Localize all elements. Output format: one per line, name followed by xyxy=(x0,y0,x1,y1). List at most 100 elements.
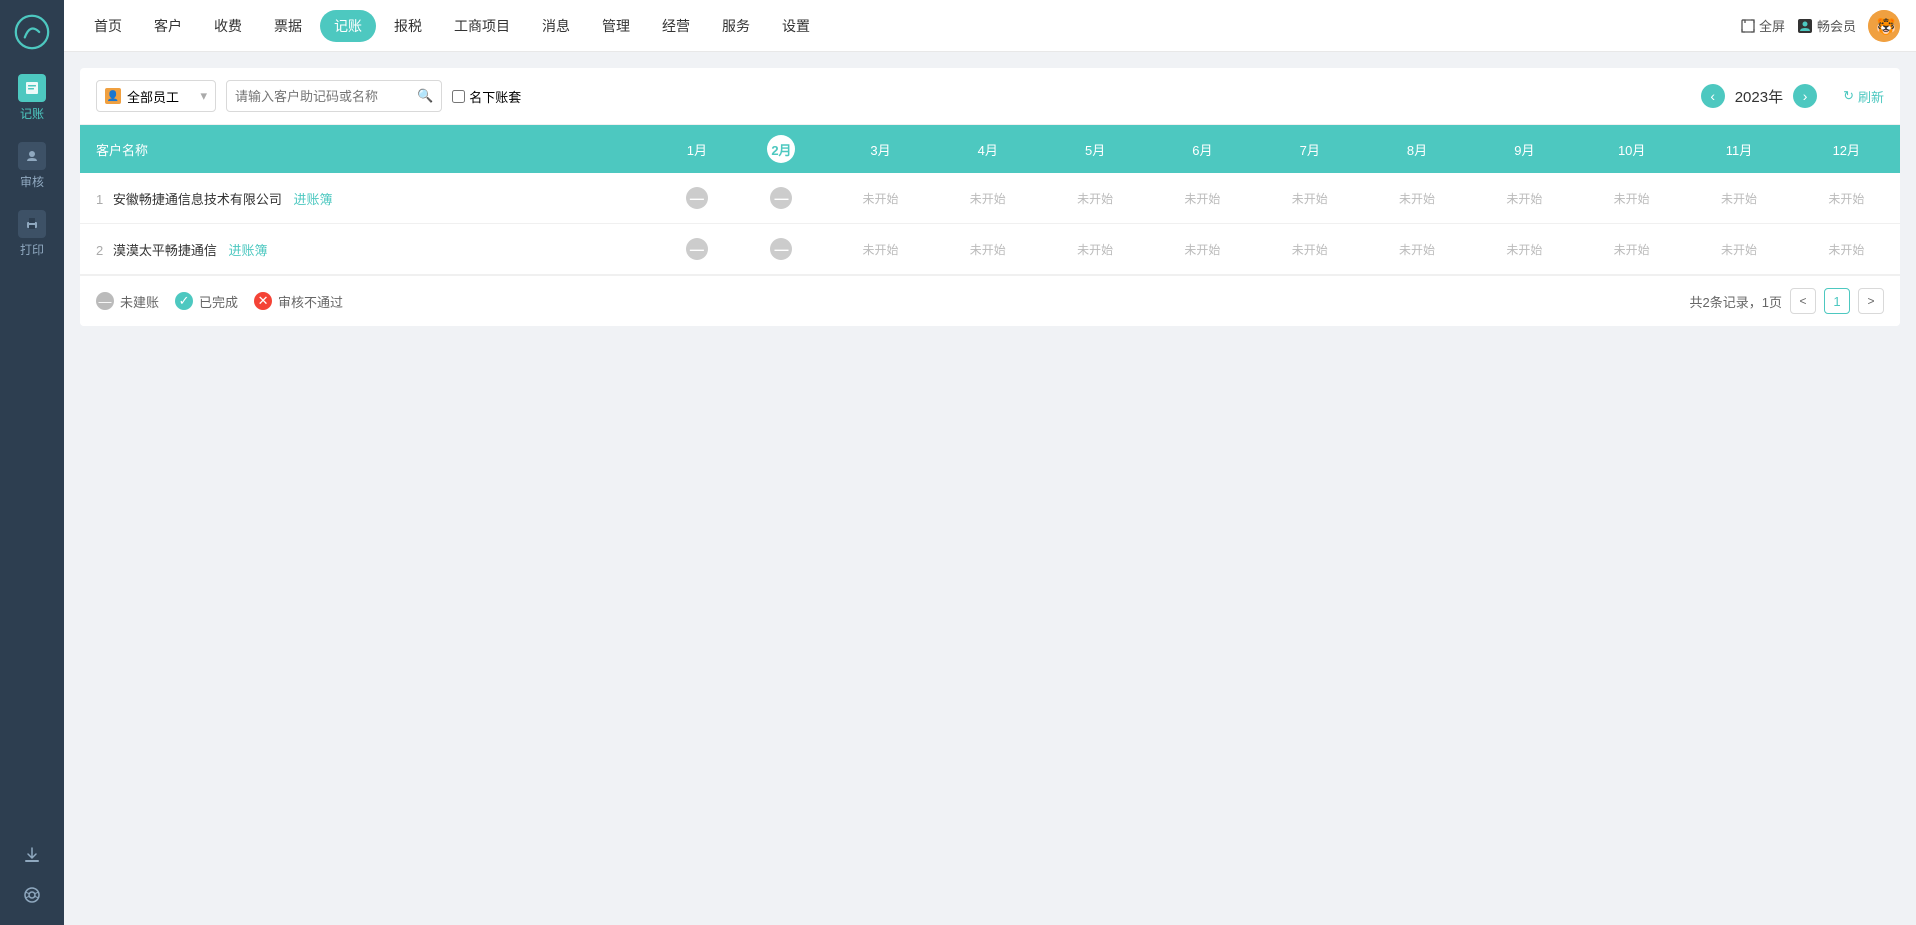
subordinate-accounts-checkbox[interactable]: 名下账套 xyxy=(452,87,521,106)
prev-page-button[interactable]: < xyxy=(1790,288,1816,314)
col-mar: 3月 xyxy=(827,125,934,173)
nav-management[interactable]: 管理 xyxy=(588,10,644,42)
col-oct: 10月 xyxy=(1578,125,1685,173)
table-footer: — 未建账 ✓ 已完成 ✕ 审核不通过 共2条记录，1页 < 1 > xyxy=(80,275,1900,326)
subordinate-checkbox-input[interactable] xyxy=(452,90,465,103)
row1-oct-status: 未开始 xyxy=(1614,192,1650,206)
nav-home[interactable]: 首页 xyxy=(80,10,136,42)
sidebar-item-print-label: 打印 xyxy=(20,241,44,258)
row1-sep: 未开始 xyxy=(1471,173,1578,224)
col-feb: 2月 xyxy=(736,125,827,173)
prev-year-button[interactable]: ‹ xyxy=(1701,84,1725,108)
row2-feb: — xyxy=(736,224,827,275)
row1-jan-status: — xyxy=(686,187,708,209)
nav-settings[interactable]: 设置 xyxy=(768,10,824,42)
refresh-icon: ↻ xyxy=(1843,88,1854,104)
svg-text:🐯: 🐯 xyxy=(1876,17,1896,36)
nav-business[interactable]: 工商项目 xyxy=(440,10,524,42)
member-label: 畅会员 xyxy=(1817,16,1856,35)
user-avatar[interactable]: 🐯 xyxy=(1868,10,1900,42)
sidebar-item-audit[interactable]: 审核 xyxy=(0,132,64,200)
member-button[interactable]: 畅会员 xyxy=(1797,16,1856,35)
legend-dot-rejected: ✕ xyxy=(254,292,272,310)
employee-select[interactable]: 👤 全部员工 ▾ xyxy=(96,80,216,112)
nav-customer[interactable]: 客户 xyxy=(140,10,196,42)
next-year-button[interactable]: › xyxy=(1793,84,1817,108)
search-input[interactable] xyxy=(235,89,411,104)
row1-oct: 未开始 xyxy=(1578,173,1685,224)
row2-name: 漠漠太平畅捷通信 xyxy=(113,243,217,258)
row2-jan-status: — xyxy=(686,238,708,260)
row2-mar-status: 未开始 xyxy=(862,243,898,257)
nav-tax[interactable]: 报税 xyxy=(380,10,436,42)
col-customer-name: 客户名称 xyxy=(80,125,658,173)
row2-jan: — xyxy=(658,224,736,275)
legend-dot-completed: ✓ xyxy=(175,292,193,310)
col-apr: 4月 xyxy=(934,125,1041,173)
row1-sep-status: 未开始 xyxy=(1506,192,1542,206)
accounts-table: 客户名称 1月 2月 3月 4月 xyxy=(80,125,1900,275)
fullscreen-label: 全屏 xyxy=(1759,16,1785,35)
nav-operation[interactable]: 经营 xyxy=(648,10,704,42)
next-page-button[interactable]: > xyxy=(1858,288,1884,314)
row1-apr-status: 未开始 xyxy=(970,192,1006,206)
refresh-button[interactable]: ↻ 刷新 xyxy=(1843,87,1884,106)
nav-invoice[interactable]: 票据 xyxy=(260,10,316,42)
sidebar-item-bookkeeping[interactable]: 记账 xyxy=(0,64,64,132)
legend-not-started: — 未建账 xyxy=(96,292,159,311)
col-jul: 7月 xyxy=(1256,125,1363,173)
row2-may-status: 未开始 xyxy=(1077,243,1113,257)
main-area: 首页 客户 收费 票据 记账 报税 工商项目 消息 管理 经营 服务 设置 全屏 xyxy=(64,0,1916,925)
row1-jun-status: 未开始 xyxy=(1184,192,1220,206)
search-wrap[interactable]: 🔍 xyxy=(226,80,442,112)
row1-nov-status: 未开始 xyxy=(1721,192,1757,206)
sidebar-item-bookkeeping-label: 记账 xyxy=(20,105,44,122)
bookkeeping-icon xyxy=(18,74,46,102)
fullscreen-button[interactable]: 全屏 xyxy=(1741,16,1785,35)
refresh-label: 刷新 xyxy=(1858,87,1884,106)
accounts-card: 👤 全部员工 ▾ 🔍 名下账套 ‹ 2023年 › xyxy=(80,68,1900,326)
col-jan: 1月 xyxy=(658,125,736,173)
nav-message[interactable]: 消息 xyxy=(528,10,584,42)
row1-aug-status: 未开始 xyxy=(1399,192,1435,206)
col-sep: 9月 xyxy=(1471,125,1578,173)
row2-oct-status: 未开始 xyxy=(1614,243,1650,257)
topnav-right: 全屏 畅会员 🐯 xyxy=(1741,10,1900,42)
row1-dec-status: 未开始 xyxy=(1828,192,1864,206)
row2-customer: 2 漠漠太平畅捷通信 进账簿 xyxy=(80,224,658,275)
sidebar-support[interactable] xyxy=(0,877,64,913)
nav-service[interactable]: 服务 xyxy=(708,10,764,42)
current-page: 1 xyxy=(1824,288,1850,314)
col-may: 5月 xyxy=(1041,125,1148,173)
top-navigation: 首页 客户 收费 票据 记账 报税 工商项目 消息 管理 经营 服务 设置 全屏 xyxy=(64,0,1916,52)
row1-dec: 未开始 xyxy=(1793,173,1900,224)
row1-may-status: 未开始 xyxy=(1077,192,1113,206)
print-icon xyxy=(18,210,46,238)
sidebar-download[interactable] xyxy=(0,837,64,873)
nav-billing[interactable]: 收费 xyxy=(200,10,256,42)
row2-sep-status: 未开始 xyxy=(1506,243,1542,257)
legend-rejected: ✕ 审核不通过 xyxy=(254,292,343,311)
nav-bookkeeping[interactable]: 记账 xyxy=(320,10,376,42)
row2-num: 2 xyxy=(96,243,103,258)
content-area: 👤 全部员工 ▾ 🔍 名下账套 ‹ 2023年 › xyxy=(64,52,1916,925)
legend-rejected-label: 审核不通过 xyxy=(278,292,343,311)
app-logo xyxy=(8,8,56,56)
search-icon[interactable]: 🔍 xyxy=(417,88,433,104)
row2-ledger-link[interactable]: 进账簿 xyxy=(229,243,268,258)
row1-aug: 未开始 xyxy=(1363,173,1470,224)
row1-jun: 未开始 xyxy=(1149,173,1256,224)
toolbar: 👤 全部员工 ▾ 🔍 名下账套 ‹ 2023年 › xyxy=(80,68,1900,125)
row2-may: 未开始 xyxy=(1041,224,1148,275)
row1-customer: 1 安徽畅捷通信息技术有限公司 进账簿 xyxy=(80,173,658,224)
table-scroll-area: 客户名称 1月 2月 3月 4月 xyxy=(80,125,1900,275)
table-header-row: 客户名称 1月 2月 3月 4月 xyxy=(80,125,1900,173)
sidebar-bottom xyxy=(0,837,64,925)
row1-nov: 未开始 xyxy=(1685,173,1792,224)
row1-jul: 未开始 xyxy=(1256,173,1363,224)
table-row: 2 漠漠太平畅捷通信 进账簿 — — 未开始 xyxy=(80,224,1900,275)
row1-name: 安徽畅捷通信息技术有限公司 xyxy=(113,192,282,207)
row1-ledger-link[interactable]: 进账簿 xyxy=(294,192,333,207)
sidebar-item-print[interactable]: 打印 xyxy=(0,200,64,268)
row2-aug-status: 未开始 xyxy=(1399,243,1435,257)
